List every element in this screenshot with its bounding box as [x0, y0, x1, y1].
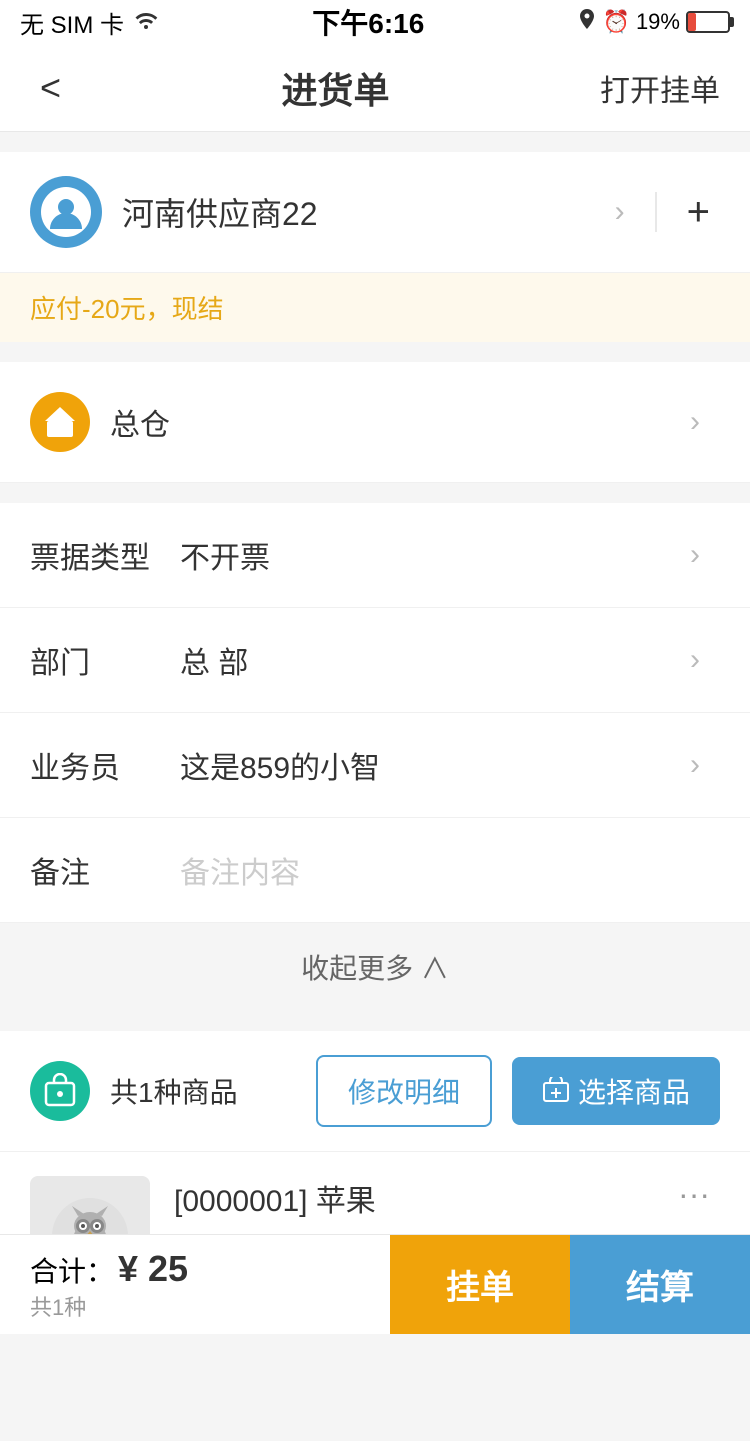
department-row[interactable]: 部门 总 部 › — [0, 608, 750, 713]
battery-text: 19% — [636, 9, 680, 35]
battery-icon — [686, 11, 730, 33]
supplier-section: 河南供应商22 › + 应付-20元，现结 — [0, 152, 750, 342]
select-product-label: 选择商品 — [578, 1071, 690, 1111]
bill-type-row[interactable]: 票据类型 不开票 › — [0, 503, 750, 608]
product-header: 共1种商品 修改明细 选择商品 — [0, 1031, 750, 1152]
remark-label: 备注 — [30, 848, 180, 892]
add-supplier-button[interactable]: + — [667, 180, 720, 245]
form-section: 票据类型 不开票 › 部门 总 部 › 业务员 这是859的小智 › 备注 备注… — [0, 503, 750, 923]
department-chevron-icon: › — [690, 643, 700, 677]
location-icon — [577, 9, 597, 35]
supplier-avatar-icon — [41, 187, 91, 237]
back-button[interactable]: < — [30, 57, 71, 119]
warehouse-section: 总仓 › — [0, 362, 750, 483]
status-carrier: 无 SIM 卡 — [20, 5, 160, 40]
product-icon — [30, 1061, 90, 1121]
status-bar: 无 SIM 卡 下午6:16 ⏰ 19% — [0, 0, 750, 44]
warehouse-row[interactable]: 总仓 › — [0, 362, 750, 483]
product-more-button[interactable]: ··· — [668, 1176, 720, 1213]
supplier-name: 河南供应商22 — [122, 189, 595, 235]
department-label: 部门 — [30, 638, 180, 682]
nav-bar: < 进货单 打开挂单 — [0, 44, 750, 132]
remark-row[interactable]: 备注 备注内容 — [0, 818, 750, 923]
warehouse-chevron-icon: › — [690, 405, 700, 439]
bottom-bar: 合计： ¥ 25 共1种 挂单 结算 — [0, 1234, 750, 1334]
warehouse-icon — [30, 392, 90, 452]
department-value: 总 部 — [180, 638, 670, 682]
edit-detail-button[interactable]: 修改明细 — [316, 1055, 492, 1127]
product-count: 共1种商品 — [110, 1071, 316, 1111]
product-code: [0000001] — [174, 1185, 307, 1218]
supplier-avatar — [30, 176, 102, 248]
page-title: 进货单 — [282, 62, 390, 114]
salesman-row[interactable]: 业务员 这是859的小智 › — [0, 713, 750, 818]
remark-input[interactable]: 备注内容 — [180, 848, 720, 892]
total-amount: ¥ 25 — [118, 1248, 188, 1290]
total-section: 合计： ¥ 25 共1种 — [0, 1235, 390, 1334]
salesman-value: 这是859的小智 — [180, 743, 670, 787]
total-count: 共1种 — [30, 1290, 360, 1322]
open-pending-button[interactable]: 打开挂单 — [600, 66, 720, 110]
product-name: [0000001] 苹果 — [174, 1176, 668, 1220]
product-title: 苹果 — [316, 1185, 376, 1218]
alarm-icon: ⏰ — [603, 9, 630, 35]
select-product-button[interactable]: 选择商品 — [512, 1057, 720, 1125]
collapse-button[interactable]: 收起更多 ∧ — [0, 923, 750, 1011]
bill-type-value: 不开票 — [180, 533, 670, 577]
warehouse-name: 总仓 — [110, 400, 670, 444]
checkout-button[interactable]: 结算 — [570, 1235, 750, 1334]
supplier-alert: 应付-20元，现结 — [0, 273, 750, 342]
bill-type-chevron-icon: › — [690, 538, 700, 572]
salesman-chevron-icon: › — [690, 748, 700, 782]
status-time: 下午6:16 — [312, 2, 424, 42]
supplier-chevron-icon: › — [615, 195, 625, 229]
status-right: ⏰ 19% — [577, 9, 730, 35]
total-label: 合计： — [30, 1250, 114, 1290]
hang-button[interactable]: 挂单 — [390, 1235, 570, 1334]
bill-type-label: 票据类型 — [30, 533, 180, 577]
supplier-divider — [655, 192, 657, 232]
supplier-row[interactable]: 河南供应商22 › + — [0, 152, 750, 273]
wifi-icon — [132, 8, 160, 36]
carrier-text: 无 SIM 卡 — [20, 5, 124, 40]
salesman-label: 业务员 — [30, 743, 180, 787]
